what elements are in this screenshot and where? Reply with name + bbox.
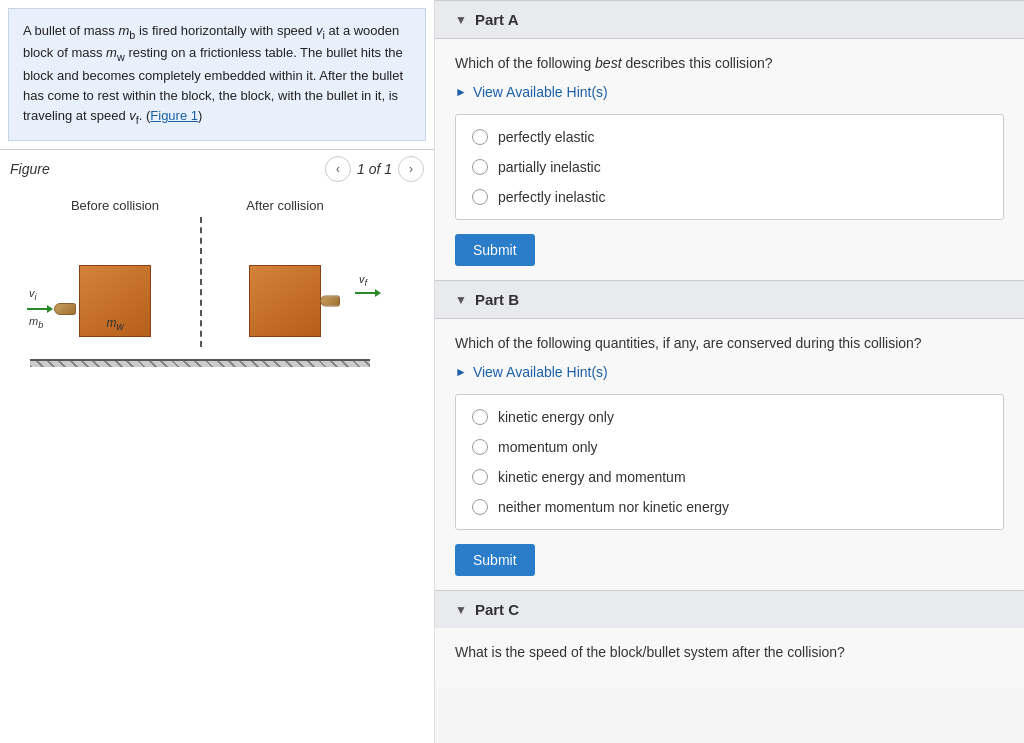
figure-header: Figure ‹ 1 of 1 › xyxy=(0,149,434,188)
prev-figure-button[interactable]: ‹ xyxy=(325,156,351,182)
part-c-section: ▼ Part C What is the speed of the block/… xyxy=(435,590,1024,687)
arrow-line-after xyxy=(355,292,375,294)
radio-b1[interactable] xyxy=(472,409,488,425)
option-a-perfectly-elastic[interactable]: perfectly elastic xyxy=(472,129,987,145)
after-side: vf xyxy=(200,217,370,347)
part-a-question: Which of the following best describes th… xyxy=(455,53,1004,74)
option-b-momentum-only[interactable]: momentum only xyxy=(472,439,987,455)
option-a-partially-inelastic[interactable]: partially inelastic xyxy=(472,159,987,175)
hint-arrow-icon-a: ► xyxy=(455,85,467,99)
figure-label: Figure xyxy=(10,161,50,177)
ground-line xyxy=(30,359,370,367)
part-a-label: Part A xyxy=(475,11,519,28)
option-a-perfectly-inelastic[interactable]: perfectly inelastic xyxy=(472,189,987,205)
part-a-hint-label: View Available Hint(s) xyxy=(473,84,608,100)
part-c-header: ▼ Part C xyxy=(435,590,1024,628)
option-b-neither[interactable]: neither momentum nor kinetic energy xyxy=(472,499,987,515)
option-b-kinetic-energy-and-momentum[interactable]: kinetic energy and momentum xyxy=(472,469,987,485)
figure-page: 1 of 1 xyxy=(357,161,392,177)
part-b-header: ▼ Part B xyxy=(435,280,1024,319)
part-b-hint-link[interactable]: ► View Available Hint(s) xyxy=(455,364,1004,380)
after-arrow: vf xyxy=(355,273,381,296)
radio-a3[interactable] xyxy=(472,189,488,205)
figure-link[interactable]: Figure 1 xyxy=(150,108,198,123)
radio-a2[interactable] xyxy=(472,159,488,175)
block-mass-label-before: mw xyxy=(106,316,123,332)
figure-area: Figure ‹ 1 of 1 › Before collision After… xyxy=(0,149,434,743)
option-a2-label: partially inelastic xyxy=(498,159,601,175)
part-b-label: Part B xyxy=(475,291,519,308)
figure-navigation: ‹ 1 of 1 › xyxy=(325,156,424,182)
option-a3-label: perfectly inelastic xyxy=(498,189,605,205)
figure-scene: Before collision After collision mw xyxy=(0,188,434,367)
part-a-options: perfectly elastic partially inelastic pe… xyxy=(455,114,1004,220)
part-a-submit-button[interactable]: Submit xyxy=(455,234,535,266)
option-b2-label: momentum only xyxy=(498,439,598,455)
part-c-content: What is the speed of the block/bullet sy… xyxy=(435,628,1024,687)
right-panel: ▼ Part A Which of the following best des… xyxy=(435,0,1024,743)
option-b1-label: kinetic energy only xyxy=(498,409,614,425)
option-a1-label: perfectly elastic xyxy=(498,129,594,145)
vf-label: vf xyxy=(359,273,367,288)
ground xyxy=(30,359,370,367)
option-b-kinetic-energy-only[interactable]: kinetic energy only xyxy=(472,409,987,425)
part-b-question: Which of the following quantities, if an… xyxy=(455,333,1004,354)
hint-arrow-icon-b: ► xyxy=(455,365,467,379)
before-side: mw vi mb xyxy=(30,217,200,347)
arrow-line-before xyxy=(27,308,47,310)
wooden-block-before: mw xyxy=(79,265,151,337)
bullet-shape-before xyxy=(54,303,76,315)
part-b-submit-button[interactable]: Submit xyxy=(455,544,535,576)
part-b-toggle[interactable]: ▼ xyxy=(455,293,467,307)
option-b4-label: neither momentum nor kinetic energy xyxy=(498,499,729,515)
bullet-shape-after xyxy=(320,296,340,307)
before-collision-label: Before collision xyxy=(30,198,200,213)
option-b3-label: kinetic energy and momentum xyxy=(498,469,686,485)
embedded-bullet xyxy=(320,296,340,307)
radio-b2[interactable] xyxy=(472,439,488,455)
part-b-hint-label: View Available Hint(s) xyxy=(473,364,608,380)
arrow-head-after xyxy=(375,289,381,297)
block-before: mw vi mb xyxy=(79,265,151,337)
next-figure-button[interactable]: › xyxy=(398,156,424,182)
collision-scene: mw vi mb xyxy=(30,217,370,367)
radio-b3[interactable] xyxy=(472,469,488,485)
vi-label: vi xyxy=(29,287,37,302)
radio-b4[interactable] xyxy=(472,499,488,515)
part-b-section: ▼ Part B Which of the following quantiti… xyxy=(435,280,1024,590)
problem-description: A bullet of mass mb is fired horizontall… xyxy=(8,8,426,141)
mb-label: mb xyxy=(29,315,43,330)
part-c-toggle[interactable]: ▼ xyxy=(455,603,467,617)
part-b-content: Which of the following quantities, if an… xyxy=(435,319,1024,590)
part-a-toggle[interactable]: ▼ xyxy=(455,13,467,27)
bullet-before: vi mb xyxy=(27,287,76,329)
block-after: vf xyxy=(249,265,321,337)
part-b-options: kinetic energy only momentum only kineti… xyxy=(455,394,1004,530)
arrow-head-before xyxy=(47,305,53,313)
part-c-label: Part C xyxy=(475,601,519,618)
part-a-section: ▼ Part A Which of the following best des… xyxy=(435,0,1024,280)
part-a-content: Which of the following best describes th… xyxy=(435,39,1024,280)
wooden-block-after xyxy=(249,265,321,337)
part-a-hint-link[interactable]: ► View Available Hint(s) xyxy=(455,84,1004,100)
after-collision-label: After collision xyxy=(200,198,370,213)
part-c-question: What is the speed of the block/bullet sy… xyxy=(455,642,1004,663)
part-a-header: ▼ Part A xyxy=(435,0,1024,39)
left-panel: A bullet of mass mb is fired horizontall… xyxy=(0,0,435,743)
radio-a1[interactable] xyxy=(472,129,488,145)
